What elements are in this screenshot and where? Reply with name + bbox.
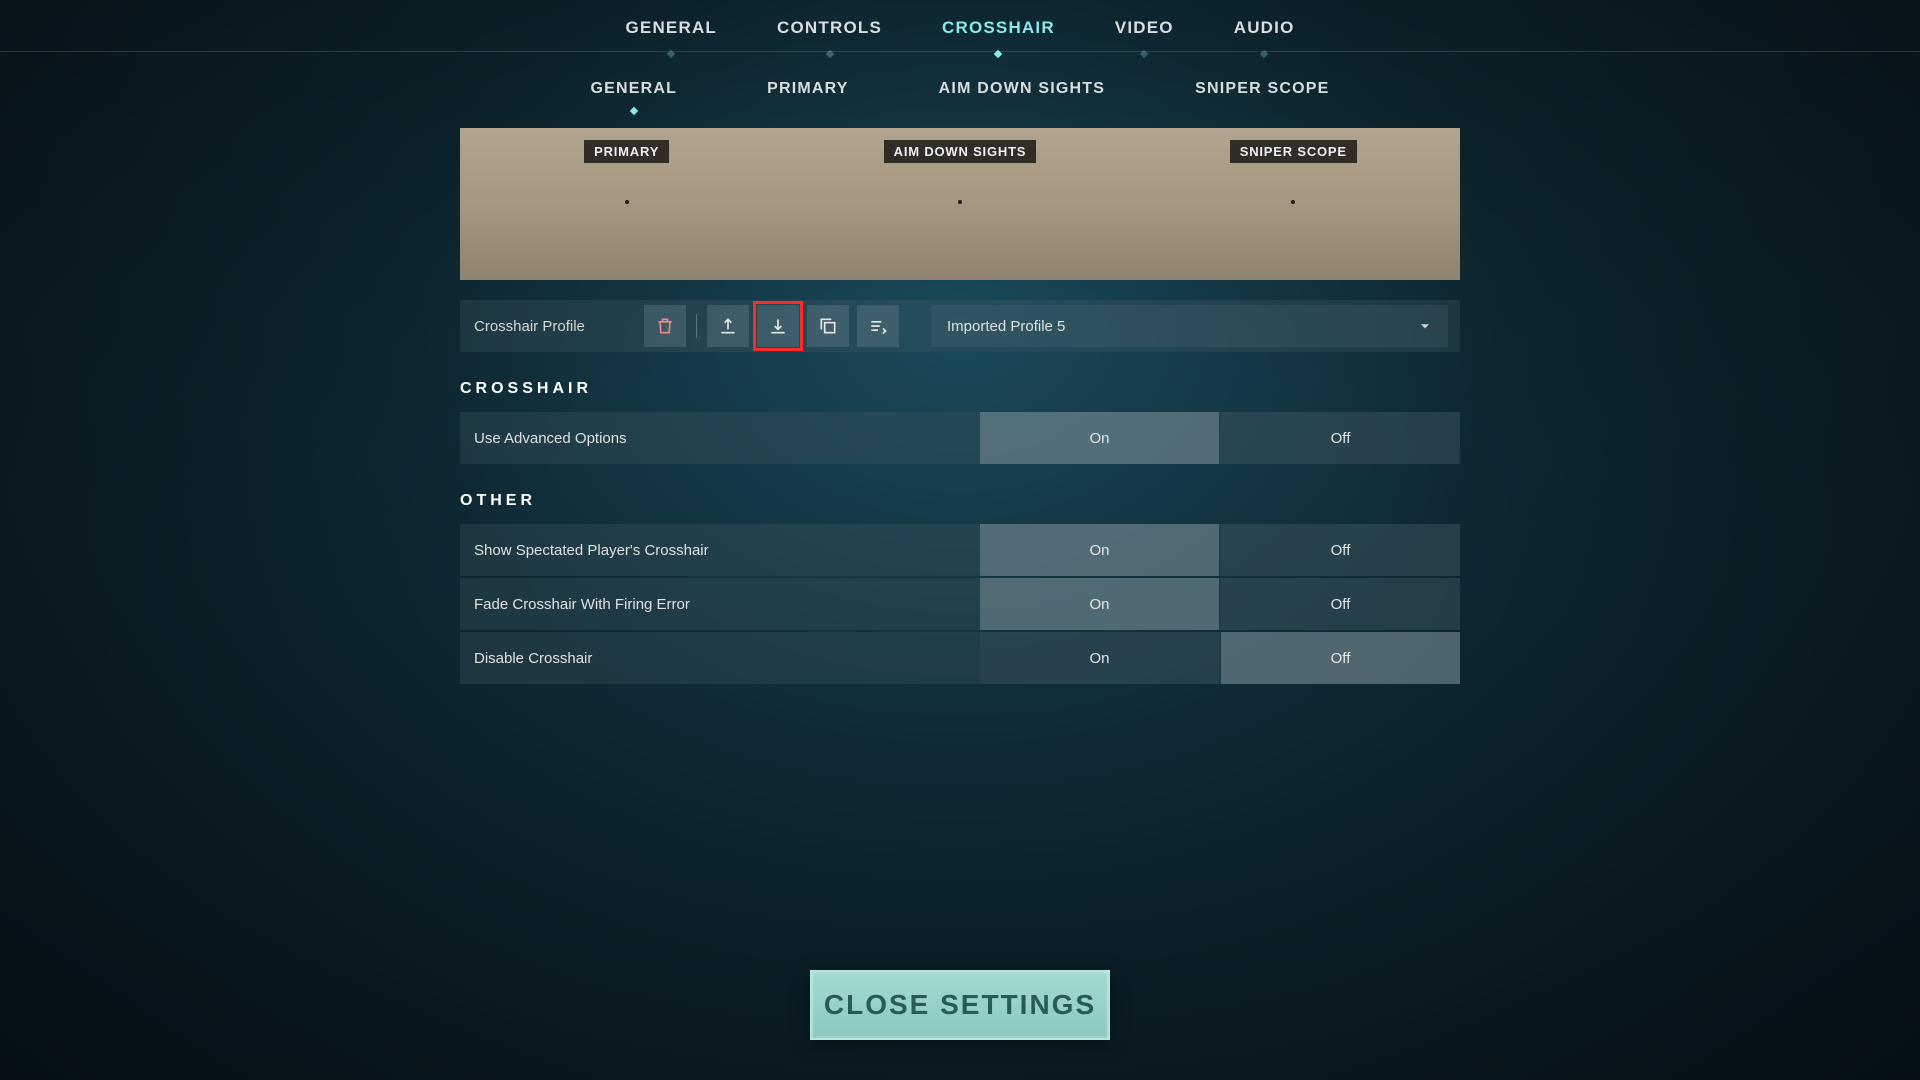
list-icon (868, 316, 888, 336)
toggle-show-spectated: On Off (980, 524, 1460, 576)
tab-audio[interactable]: AUDIO (1234, 18, 1295, 54)
edit-profiles-button[interactable] (857, 305, 899, 347)
setting-label: Show Spectated Player's Crosshair (460, 542, 980, 559)
section-header-other: OTHER (460, 492, 1460, 510)
subtab-general[interactable]: GENERAL (590, 80, 677, 114)
export-icon (718, 316, 738, 336)
preview-dot (625, 200, 629, 204)
duplicate-profile-button[interactable] (807, 305, 849, 347)
toggle-on[interactable]: On (980, 578, 1219, 630)
setting-label: Use Advanced Options (460, 430, 980, 447)
chevron-down-icon (1418, 319, 1432, 333)
tab-general[interactable]: GENERAL (625, 18, 717, 54)
close-settings-button[interactable]: CLOSE SETTINGS (810, 970, 1110, 1040)
top-nav: GENERAL CONTROLS CROSSHAIR VIDEO AUDIO (0, 0, 1920, 52)
subtab-primary[interactable]: PRIMARY (767, 80, 849, 114)
delete-profile-button[interactable] (644, 305, 686, 347)
crosshair-preview-strip: PRIMARY AIM DOWN SIGHTS SNIPER SCOPE (460, 128, 1460, 280)
preview-ads: AIM DOWN SIGHTS (793, 128, 1126, 280)
import-icon (768, 316, 788, 336)
subtab-sniper[interactable]: SNIPER SCOPE (1195, 80, 1329, 114)
subtab-ads[interactable]: AIM DOWN SIGHTS (939, 80, 1105, 114)
sub-nav: GENERAL PRIMARY AIM DOWN SIGHTS SNIPER S… (0, 52, 1920, 114)
settings-panel: PRIMARY AIM DOWN SIGHTS SNIPER SCOPE Cro… (460, 128, 1460, 684)
toggle-off[interactable]: Off (1221, 578, 1460, 630)
row-disable-crosshair: Disable Crosshair On Off (460, 632, 1460, 684)
import-profile-button[interactable] (757, 305, 799, 347)
section-header-crosshair: CROSSHAIR (460, 380, 1460, 398)
profile-select-value: Imported Profile 5 (947, 318, 1065, 335)
setting-label: Disable Crosshair (460, 650, 980, 667)
delete-icon (655, 316, 675, 336)
preview-label-primary: PRIMARY (584, 140, 669, 163)
tab-video[interactable]: VIDEO (1115, 18, 1174, 54)
profile-select-dropdown[interactable]: Imported Profile 5 (931, 305, 1448, 347)
preview-sniper: SNIPER SCOPE (1127, 128, 1460, 280)
profile-bar-label: Crosshair Profile (472, 318, 644, 335)
toggle-off[interactable]: Off (1221, 632, 1460, 684)
toggle-on[interactable]: On (980, 632, 1219, 684)
toggle-disable-crosshair: On Off (980, 632, 1460, 684)
row-use-advanced-options: Use Advanced Options On Off (460, 412, 1460, 464)
toggle-on[interactable]: On (980, 524, 1219, 576)
toggle-use-advanced-options: On Off (980, 412, 1460, 464)
profile-bar: Crosshair Profile Imported Profile 5 (460, 300, 1460, 352)
preview-label-sniper: SNIPER SCOPE (1230, 140, 1357, 163)
preview-dot (958, 200, 962, 204)
preview-primary: PRIMARY (460, 128, 793, 280)
profile-icon-row (644, 305, 899, 347)
toggle-off[interactable]: Off (1221, 524, 1460, 576)
row-show-spectated-crosshair: Show Spectated Player's Crosshair On Off (460, 524, 1460, 576)
toggle-off[interactable]: Off (1221, 412, 1460, 464)
separator (696, 314, 697, 338)
row-fade-firing-error: Fade Crosshair With Firing Error On Off (460, 578, 1460, 630)
preview-label-ads: AIM DOWN SIGHTS (884, 140, 1037, 163)
setting-label: Fade Crosshair With Firing Error (460, 596, 980, 613)
tab-controls[interactable]: CONTROLS (777, 18, 882, 54)
tab-crosshair[interactable]: CROSSHAIR (942, 18, 1055, 54)
export-profile-button[interactable] (707, 305, 749, 347)
toggle-on[interactable]: On (980, 412, 1219, 464)
preview-dot (1291, 200, 1295, 204)
copy-icon (818, 316, 838, 336)
toggle-fade-firing-error: On Off (980, 578, 1460, 630)
